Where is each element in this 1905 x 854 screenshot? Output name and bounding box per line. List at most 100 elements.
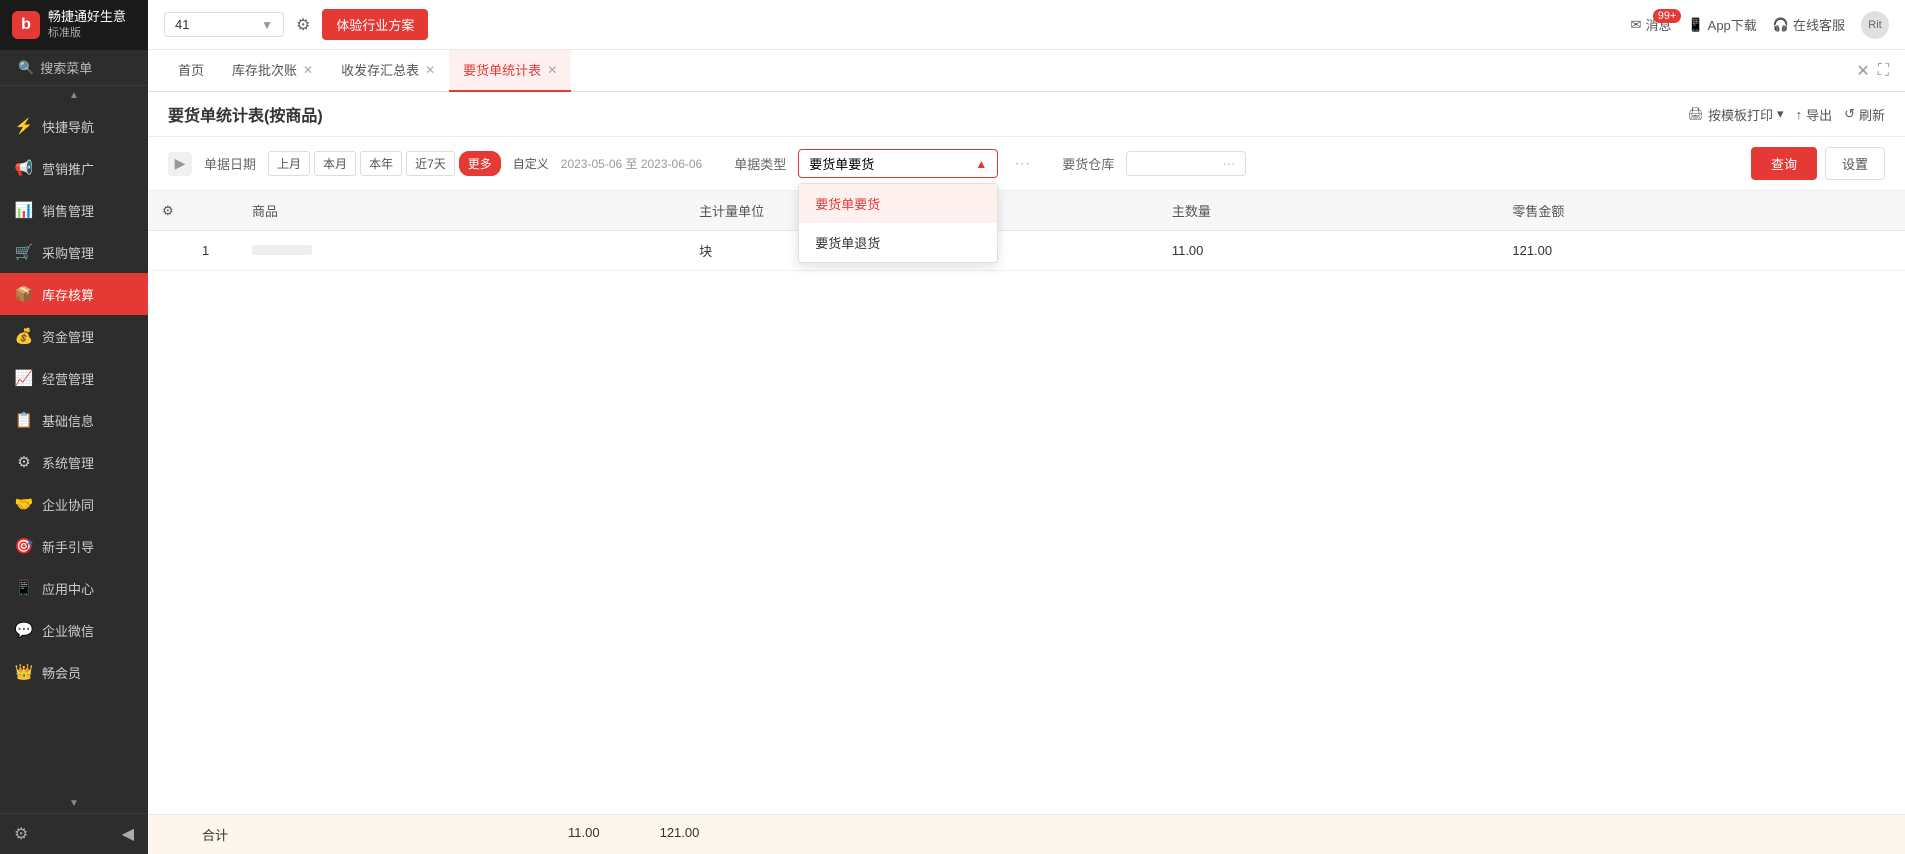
scroll-up[interactable]: ▲	[0, 86, 148, 105]
export-icon: ↑	[1796, 107, 1803, 122]
sidebar-item-basic-info[interactable]: 📋 基础信息	[0, 399, 148, 441]
member-icon: 👑	[14, 662, 34, 682]
tabs-actions: ✕ ⛶	[1856, 61, 1889, 81]
date-btn-this-year[interactable]: 本年	[360, 151, 402, 176]
page-actions: 🖨 按模板打印 ▾ ↑ 导出 ↺ 刷新	[1688, 105, 1886, 124]
print-expand-icon[interactable]: ▾	[1777, 106, 1784, 122]
query-button[interactable]: 查询	[1751, 147, 1817, 180]
filter-expand-btn[interactable]: ▶	[168, 152, 192, 176]
settings-button[interactable]: 设置	[1825, 147, 1885, 180]
type-selected-value: 要货单要货	[809, 154, 874, 173]
tabs-bar: 首页 库存批次账 ✕ 收发存汇总表 ✕ 要货单统计表 ✕ ✕ ⛶	[148, 50, 1905, 92]
date-label: 单据日期	[204, 154, 256, 173]
tab-home[interactable]: 首页	[164, 50, 218, 92]
sidebar-item-app-center[interactable]: 📱 应用中心	[0, 567, 148, 609]
sidebar-item-sales[interactable]: 📊 销售管理	[0, 189, 148, 231]
tab-order-stats[interactable]: 要货单统计表 ✕	[449, 50, 571, 92]
enterprise-wechat-icon: 💬	[14, 620, 34, 640]
export-btn[interactable]: ↑ 导出	[1796, 105, 1833, 124]
dropdown-option-order-return[interactable]: 要货单退货	[799, 223, 997, 262]
topbar-gear-icon[interactable]: ⚙	[296, 15, 310, 35]
page-header: 要货单统计表(按商品) 🖨 按模板打印 ▾ ↑ 导出 ↺ 刷新	[148, 92, 1905, 137]
service-icon: 🎧	[1773, 17, 1789, 33]
date-btn-more[interactable]: 更多	[459, 151, 501, 176]
tab-receive-summary-close[interactable]: ✕	[425, 63, 435, 77]
app-download-btn[interactable]: 📱 App下载	[1687, 15, 1756, 34]
finance-icon: 💰	[14, 326, 34, 346]
print-btn[interactable]: 🖨 按模板打印 ▾	[1688, 105, 1784, 124]
row-product	[238, 231, 685, 271]
sidebar-item-newbie[interactable]: 🎯 新手引导	[0, 525, 148, 567]
sidebar-collapse-icon[interactable]: ◀	[122, 824, 134, 844]
refresh-label: 刷新	[1859, 105, 1885, 124]
dropdown-option-order-goods[interactable]: 要货单要货	[799, 184, 997, 223]
search-menu[interactable]: 🔍 搜索菜单	[0, 50, 148, 86]
warehouse-dots-icon: ···	[1222, 156, 1235, 171]
tabs-expand-icon[interactable]: ⛶	[1878, 62, 1889, 80]
date-btn-last-7-days[interactable]: 近7天	[406, 151, 455, 176]
avatar-text: Rit	[1868, 19, 1881, 31]
sidebar-logo: b 畅捷通好生意 标准版	[0, 0, 148, 50]
data-table: ⚙ 商品 主计量单位 主数量 零售金额 1	[148, 191, 1905, 271]
warehouse-label: 要货仓库	[1062, 154, 1114, 173]
quick-nav-icon: ⚡	[14, 116, 34, 136]
operation-icon: 📈	[14, 368, 34, 388]
tabs-close-all-icon[interactable]: ✕	[1856, 61, 1869, 81]
sidebar-item-inventory[interactable]: 📦 库存核算	[0, 273, 148, 315]
type-label: 单据类型	[734, 154, 786, 173]
tab-receive-summary[interactable]: 收发存汇总表 ✕	[327, 50, 449, 92]
app-center-icon: 📱	[14, 578, 34, 598]
sidebar-settings-icon[interactable]: ⚙	[14, 824, 28, 844]
tab-inventory-batch[interactable]: 库存批次账 ✕	[218, 50, 327, 92]
sidebar-item-operation[interactable]: 📈 经营管理	[0, 357, 148, 399]
type-select[interactable]: 要货单要货 ▲	[798, 149, 998, 178]
col-seq	[188, 191, 238, 231]
promo-button[interactable]: 体验行业方案	[322, 9, 428, 40]
online-service-btn[interactable]: 🎧 在线客服	[1773, 15, 1845, 34]
type-filter-more-icon[interactable]: ···	[1014, 155, 1030, 173]
row-seq: 1	[188, 231, 238, 271]
messages-btn[interactable]: ✉ 消息 99+	[1631, 15, 1672, 34]
table-row: 1 块 11.00 121.00	[148, 231, 1905, 271]
topbar-left: 41 ▼ ⚙ 体验行业方案	[164, 9, 428, 40]
refresh-icon: ↺	[1844, 106, 1855, 122]
store-selector[interactable]: 41 ▼	[164, 12, 284, 37]
logo-text: 畅捷通好生意 标准版	[48, 9, 126, 40]
sidebar-item-purchase[interactable]: 🛒 采购管理	[0, 231, 148, 273]
sidebar-item-marketing[interactable]: 📢 营销推广	[0, 147, 148, 189]
print-icon: 🖨	[1688, 106, 1705, 122]
tab-order-stats-label: 要货单统计表	[463, 60, 541, 79]
scroll-down[interactable]: ▼	[0, 794, 148, 813]
newbie-icon: 🎯	[14, 536, 34, 556]
sidebar-item-system[interactable]: ⚙ 系统管理	[0, 441, 148, 483]
footer-amount: 121.00	[660, 825, 700, 844]
tab-receive-summary-label: 收发存汇总表	[341, 60, 419, 79]
warehouse-select[interactable]: ···	[1126, 151, 1246, 176]
col-amount: 零售金额	[1498, 191, 1905, 231]
basic-info-icon: 📋	[14, 410, 34, 430]
refresh-btn[interactable]: ↺ 刷新	[1844, 105, 1885, 124]
date-custom-btn[interactable]: 自定义	[513, 155, 549, 172]
online-service-label: 在线客服	[1793, 15, 1845, 34]
sidebar-item-member[interactable]: 👑 畅会员	[0, 651, 148, 693]
col-settings[interactable]: ⚙	[148, 191, 188, 231]
sidebar-item-enterprise-wechat[interactable]: 💬 企业微信	[0, 609, 148, 651]
tab-order-stats-close[interactable]: ✕	[547, 63, 557, 77]
topbar-right: ✉ 消息 99+ 📱 App下载 🎧 在线客服 Rit	[1631, 11, 1889, 39]
row-qty: 11.00	[1158, 231, 1499, 271]
date-btn-last-month[interactable]: 上月	[268, 151, 310, 176]
print-label: 按模板打印	[1708, 105, 1773, 124]
user-avatar[interactable]: Rit	[1861, 11, 1889, 39]
row-settings-cell	[148, 231, 188, 271]
product-placeholder	[252, 245, 312, 255]
logo-icon: b	[12, 11, 40, 39]
filter-action-buttons: 查询 设置	[1751, 147, 1885, 180]
type-dropdown: 要货单要货 要货单退货	[798, 183, 998, 263]
sidebar-item-quick-nav[interactable]: ⚡ 快捷导航	[0, 105, 148, 147]
tab-inventory-batch-close[interactable]: ✕	[303, 63, 313, 77]
date-btn-this-month[interactable]: 本月	[314, 151, 356, 176]
table-header-row: ⚙ 商品 主计量单位 主数量 零售金额	[148, 191, 1905, 231]
sidebar-item-finance[interactable]: 💰 资金管理	[0, 315, 148, 357]
col-product: 商品	[238, 191, 685, 231]
sidebar-item-enterprise[interactable]: 🤝 企业协同	[0, 483, 148, 525]
